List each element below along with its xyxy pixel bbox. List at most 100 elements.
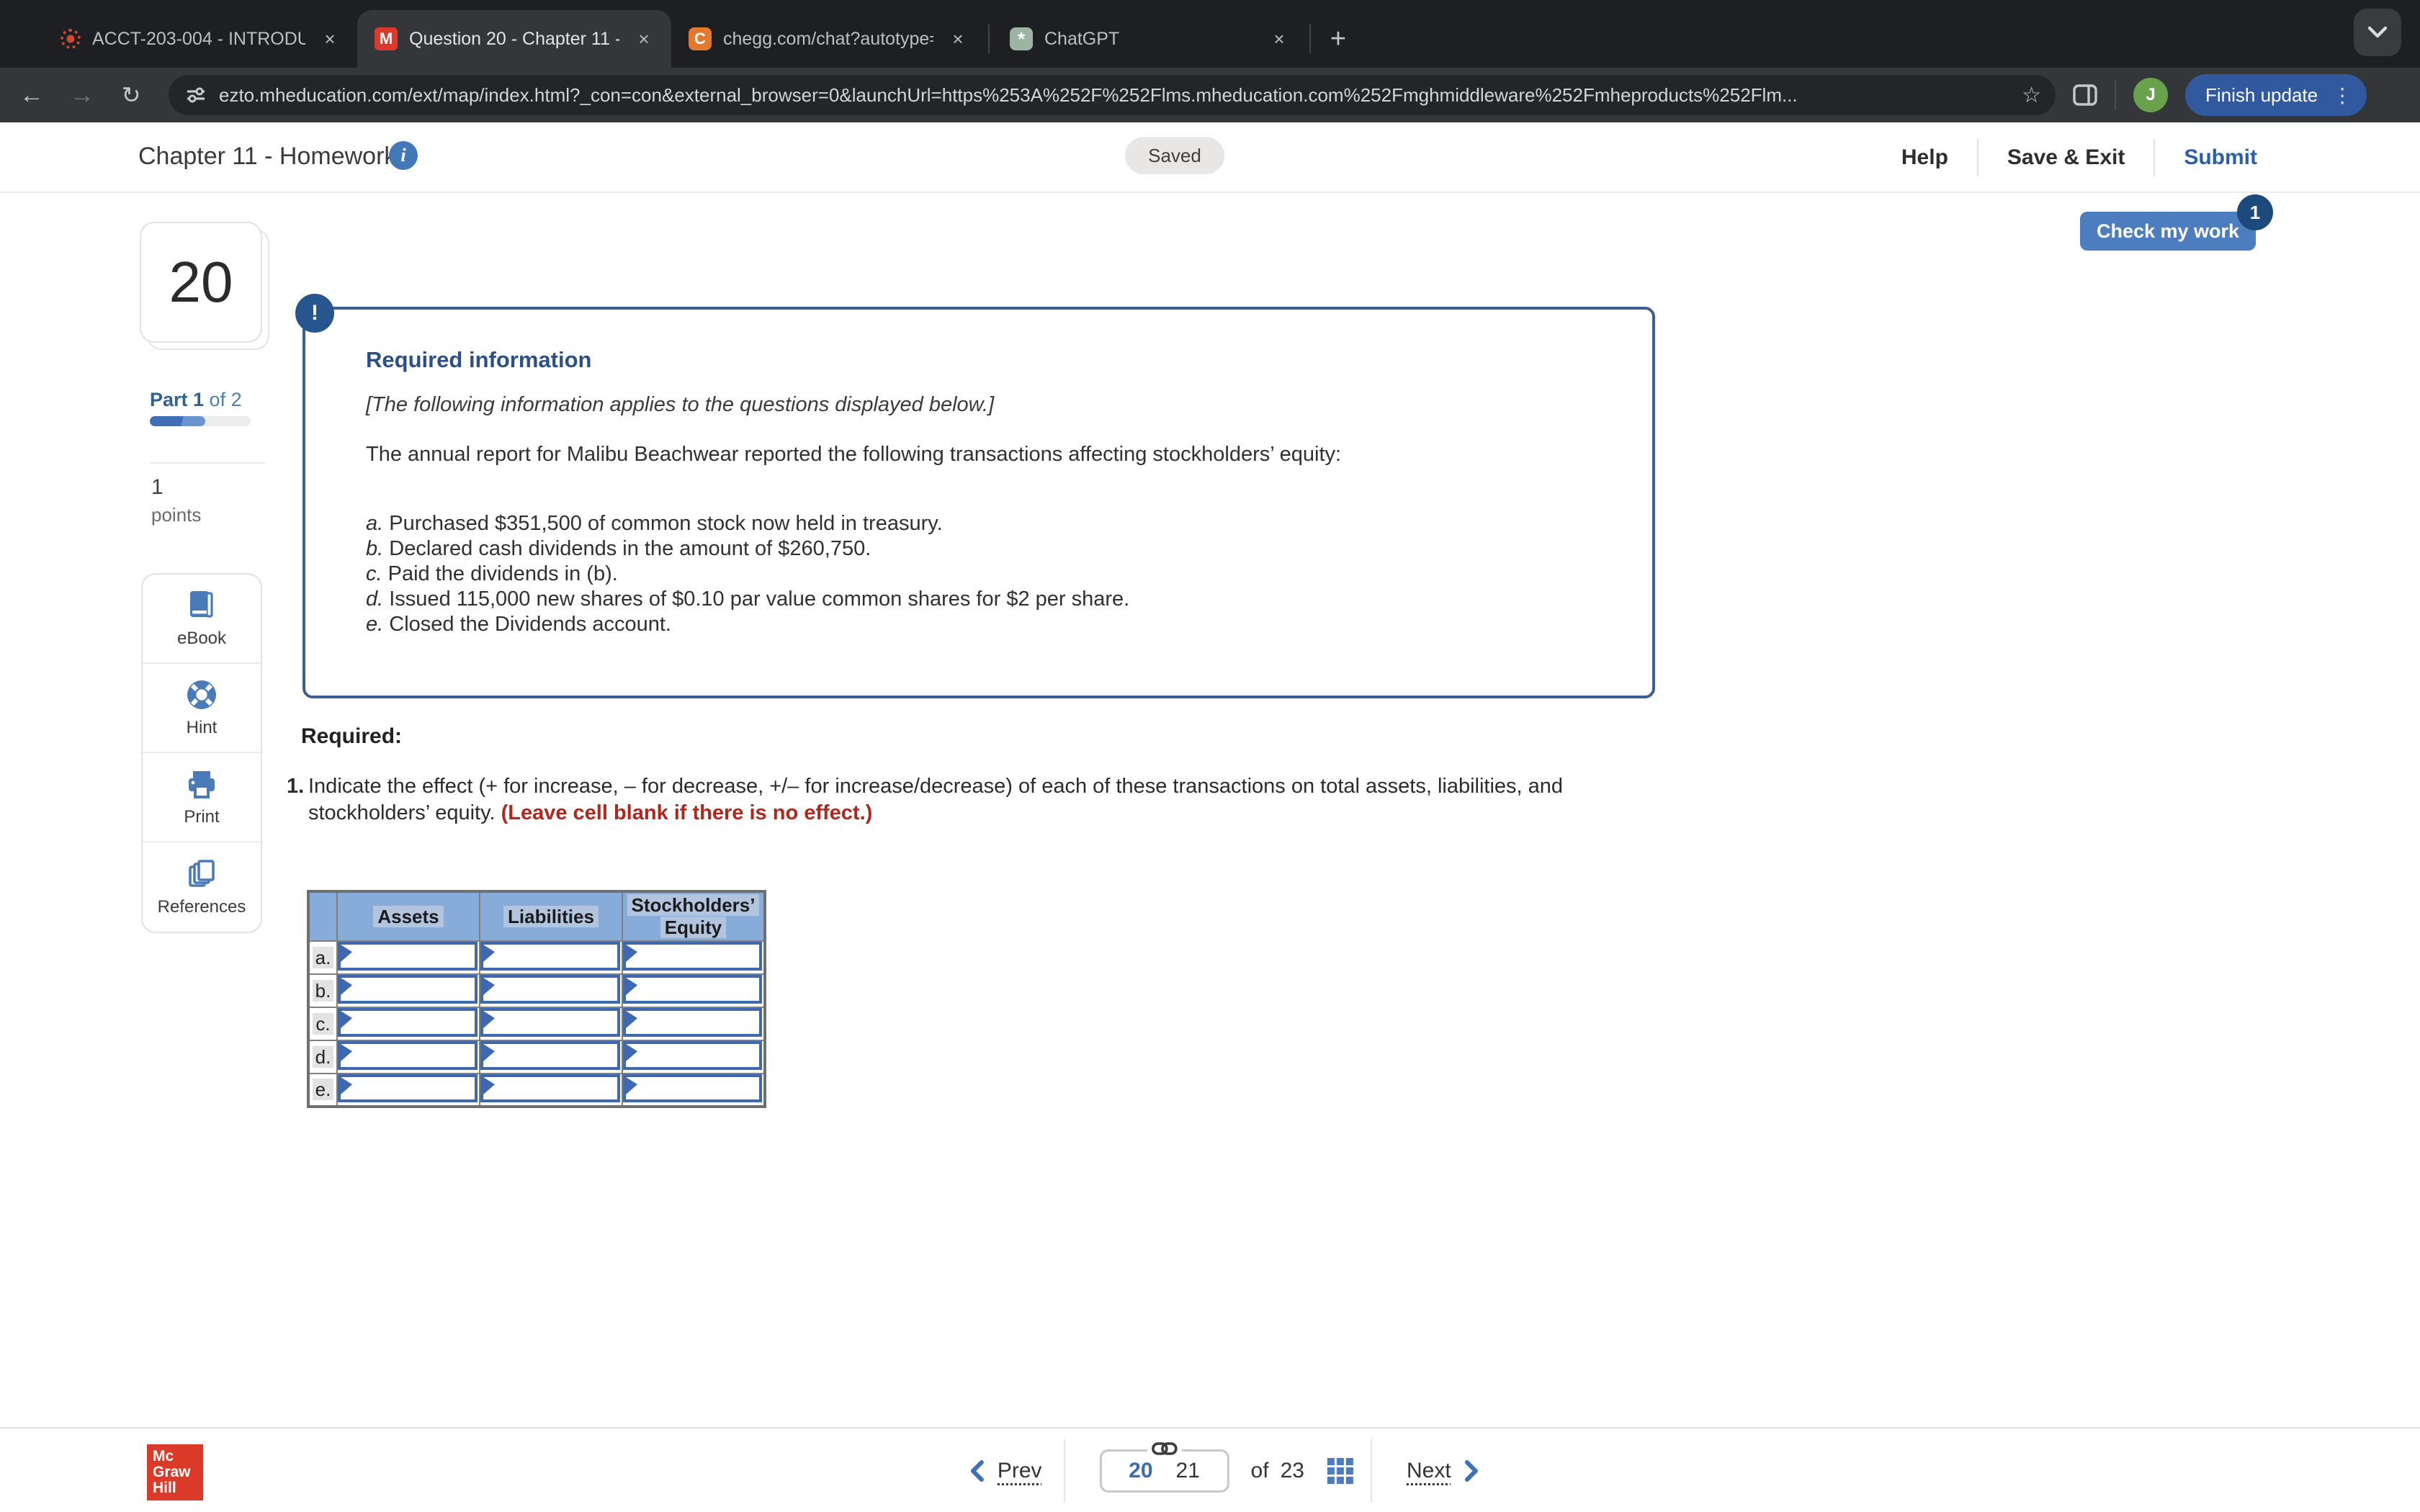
browser-menu-icon[interactable]: ⋮ (2326, 84, 2358, 107)
forward-button[interactable]: → (65, 78, 99, 112)
effects-table: Assets Liabilities Stockholders’ Equity … (307, 890, 766, 1108)
row-label: e. (308, 1073, 338, 1107)
tab-search-button[interactable] (2354, 9, 2401, 56)
linked-page: 21 (1175, 1459, 1200, 1482)
prev-button[interactable]: Prev (970, 1459, 1042, 1483)
save-exit-button[interactable]: Save & Exit (2007, 145, 2125, 170)
tab-title: ChatGPT (1044, 28, 1120, 49)
column-header-assets: Assets (336, 891, 480, 942)
instruction-1: 1. Indicate the effect (+ for increase, –… (287, 775, 1564, 824)
effect-input-c-equity[interactable] (623, 1008, 762, 1037)
site-settings-icon (187, 87, 205, 103)
profile-avatar[interactable]: J (2133, 78, 2168, 112)
submit-button[interactable]: Submit (2184, 145, 2257, 170)
transaction-list: a. Purchased $351,500 of common stock no… (366, 511, 1609, 637)
print-label: Print (184, 807, 220, 827)
row-label: a. (308, 940, 338, 975)
required-information-heading: Required information (366, 347, 592, 372)
effect-input-c-liabilities[interactable] (480, 1008, 620, 1037)
effect-input-b-equity[interactable] (623, 975, 762, 1004)
tab-chatgpt[interactable]: * ChatGPT × (992, 10, 1307, 68)
tab-title: chegg.com/chat?autotype=p (723, 28, 933, 49)
effect-input-c-assets[interactable] (338, 1008, 478, 1037)
references-button[interactable]: References (143, 842, 261, 932)
effect-input-e-liabilities[interactable] (480, 1074, 620, 1102)
alert-badge-icon: ! (295, 294, 334, 333)
part-indicator: Part 1 of 2 (150, 389, 242, 410)
effect-input-d-equity[interactable] (623, 1041, 762, 1070)
check-my-work-button[interactable]: Check my work 1 (2080, 194, 2273, 251)
part-label: Part 1 (150, 389, 205, 410)
dropdown-marker-icon (483, 1077, 495, 1094)
effect-input-b-liabilities[interactable] (480, 975, 620, 1004)
effect-input-d-assets[interactable] (338, 1041, 478, 1070)
tab-close-icon[interactable]: × (945, 26, 971, 52)
header-divider (2154, 139, 2156, 176)
effect-input-a-assets[interactable] (338, 942, 478, 971)
dropdown-marker-icon (483, 1011, 495, 1028)
effect-input-e-equity[interactable] (623, 1074, 762, 1102)
row-label: c. (308, 1007, 338, 1041)
total-pages: 23 (1280, 1459, 1304, 1482)
info-icon[interactable]: i (389, 141, 418, 170)
ebook-button[interactable]: eBook (143, 575, 261, 664)
dropdown-marker-icon (341, 978, 352, 995)
dropdown-marker-icon (341, 1044, 352, 1061)
part-progress-fill (150, 416, 205, 426)
chevron-down-icon (2367, 26, 2388, 38)
effect-input-b-assets[interactable] (338, 975, 478, 1004)
tab-close-icon[interactable]: × (631, 26, 657, 52)
required-information-box: ! Required information [The following in… (295, 294, 1655, 698)
tab-canvas-course[interactable]: ACCT-203-004 - INTRODUC × (43, 10, 357, 68)
transaction-item: d. Issued 115,000 new shares of $0.10 pa… (366, 588, 1130, 611)
mcgraw-hill-favicon-icon: M (375, 27, 398, 50)
dropdown-marker-icon (626, 1077, 637, 1094)
effect-input-d-liabilities[interactable] (480, 1041, 620, 1070)
next-button[interactable]: Next (1407, 1459, 1479, 1483)
required-label: Required: (301, 724, 403, 748)
question-map-button[interactable] (1327, 1458, 1353, 1484)
tab-question-20[interactable]: M Question 20 - Chapter 11 - H × (357, 10, 671, 68)
tab-close-icon[interactable]: × (1266, 26, 1292, 52)
table-corner-cell (308, 891, 338, 942)
row-label: b. (308, 973, 338, 1008)
table-row: b. (308, 973, 766, 1008)
tab-title: Question 20 - Chapter 11 - H (409, 28, 619, 49)
chegg-favicon-icon: C (689, 27, 712, 50)
tab-chegg[interactable]: C chegg.com/chat?autotype=p × (671, 10, 985, 68)
effect-input-a-equity[interactable] (623, 942, 762, 971)
effect-input-e-assets[interactable] (338, 1074, 478, 1102)
dropdown-marker-icon (626, 1011, 637, 1028)
assignment-header: Chapter 11 - Homework i Saved Help Save … (0, 122, 2420, 193)
finish-update-button[interactable]: Finish update ⋮ (2185, 74, 2367, 116)
saved-status-badge: Saved (1125, 137, 1224, 174)
current-page[interactable]: 20 (1129, 1459, 1152, 1483)
points-label: points (151, 504, 202, 526)
reload-button[interactable]: ↻ (114, 78, 148, 112)
bookmark-star-icon[interactable]: ☆ (2022, 83, 2041, 108)
new-tab-button[interactable]: + (1319, 20, 1357, 58)
tab-close-icon[interactable]: × (317, 26, 343, 52)
hint-button[interactable]: Hint (143, 664, 261, 753)
table-row: d. (308, 1040, 766, 1074)
question-number-card: 20 (140, 222, 262, 343)
print-button[interactable]: Print (143, 753, 261, 842)
dropdown-marker-icon (626, 978, 637, 995)
tab-title: ACCT-203-004 - INTRODUC (92, 28, 305, 49)
dropdown-marker-icon (483, 978, 495, 995)
browser-toolbar: ← → ↻ ezto.mheducation.com/ext/map/index… (0, 68, 2420, 122)
transaction-item: b. Declared cash dividends in the amount… (366, 537, 871, 560)
part-progress-bar (150, 416, 251, 426)
effect-input-a-liabilities[interactable] (480, 942, 620, 971)
back-button[interactable]: ← (14, 78, 49, 112)
address-bar[interactable]: ezto.mheducation.com/ext/map/index.html?… (169, 75, 2056, 115)
finish-update-label: Finish update (2205, 84, 2318, 106)
sidebar-divider (150, 462, 265, 464)
page-number-box[interactable]: 20 21 (1099, 1441, 1229, 1493)
side-panel-icon[interactable] (2073, 84, 2097, 106)
check-my-work-label: Check my work (2096, 220, 2240, 242)
book-icon (190, 591, 213, 618)
canvas-favicon-icon (60, 29, 81, 49)
help-button[interactable]: Help (1901, 145, 1948, 170)
assignment-title: Chapter 11 - Homework (138, 143, 397, 170)
